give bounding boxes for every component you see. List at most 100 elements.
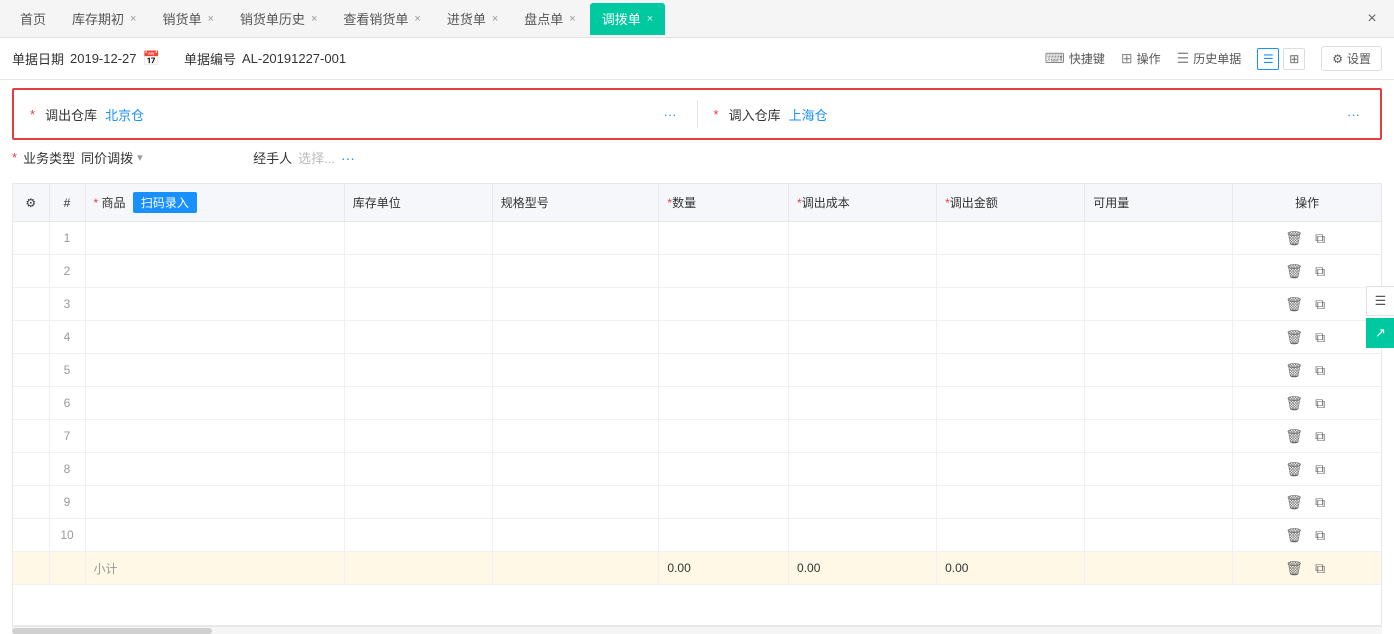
in-warehouse-more-btn[interactable]: ··· — [1343, 107, 1364, 122]
side-export-btn[interactable]: ↗ — [1366, 318, 1394, 348]
copy-icon[interactable]: ⧉ — [1311, 460, 1329, 478]
delete-icon[interactable]: 🗑 — [1285, 328, 1303, 346]
th-op: 操作 — [1233, 184, 1381, 222]
td-op: 🗑 ⧉ — [1233, 486, 1381, 519]
tab-view-sales[interactable]: 查看销货单 × — [331, 3, 432, 35]
tab-home[interactable]: 首页 — [8, 3, 58, 35]
tab-sales-history-close[interactable]: × — [311, 13, 317, 25]
td-gear — [13, 255, 49, 288]
td-cost — [789, 321, 937, 354]
copy-icon[interactable]: ⧉ — [1311, 427, 1329, 445]
delete-icon[interactable]: 🗑 — [1285, 394, 1303, 412]
copy-icon[interactable]: ⧉ — [1311, 493, 1329, 511]
th-spec: 规格型号 — [492, 184, 659, 222]
td-row-num: 3 — [49, 288, 85, 321]
delete-icon[interactable]: 🗑 — [1285, 361, 1303, 379]
tab-purchase-close[interactable]: × — [492, 13, 498, 25]
td-spec — [492, 222, 659, 255]
doc-no-label: 单据编号 — [184, 49, 236, 68]
td-product[interactable] — [85, 420, 344, 453]
tab-transfer-close[interactable]: × — [647, 13, 653, 25]
scrollbar-area[interactable] — [12, 626, 1382, 634]
transfer-table: ⚙ # * 商品 扫码录入 库存单位 规格型号 *数量 *调出成本 — [13, 184, 1381, 585]
copy-icon[interactable]: ⧉ — [1311, 526, 1329, 544]
handler-item: 经手人 选择... ··· — [253, 148, 355, 167]
delete-icon[interactable]: 🗑 — [1285, 295, 1303, 313]
operation-action[interactable]: ⊞ 操作 — [1121, 50, 1161, 67]
td-row-num: 5 — [49, 354, 85, 387]
copy-icon[interactable]: ⧉ — [1311, 559, 1329, 577]
td-qty — [659, 453, 789, 486]
tab-view-sales-close[interactable]: × — [414, 13, 420, 25]
settings-button[interactable]: ⚙ 设置 — [1321, 46, 1382, 71]
history-action[interactable]: ☰ 历史单据 — [1177, 50, 1242, 67]
copy-icon[interactable]: ⧉ — [1311, 229, 1329, 247]
td-cost — [789, 486, 937, 519]
out-warehouse-value[interactable]: 北京仓 — [105, 105, 144, 124]
th-product: * 商品 扫码录入 — [85, 184, 344, 222]
handler-placeholder[interactable]: 选择... — [298, 148, 335, 167]
td-product[interactable] — [85, 387, 344, 420]
td-row-num: 10 — [49, 519, 85, 552]
td-row-num: 7 — [49, 420, 85, 453]
shortcut-action[interactable]: ⌨ 快捷键 — [1045, 50, 1105, 67]
td-product[interactable] — [85, 255, 344, 288]
td-product[interactable] — [85, 486, 344, 519]
td-product[interactable] — [85, 519, 344, 552]
biz-type-select[interactable]: 同价调拨 ▾ — [81, 148, 221, 167]
tab-sales-order-close[interactable]: × — [207, 13, 213, 25]
table-row: 1 🗑 ⧉ — [13, 222, 1381, 255]
delete-icon[interactable]: 🗑 — [1285, 262, 1303, 280]
layout-list-btn[interactable]: ☰ — [1257, 48, 1279, 70]
td-amount — [937, 288, 1085, 321]
td-spec — [492, 354, 659, 387]
delete-icon[interactable]: 🗑 — [1285, 229, 1303, 247]
window-close-button[interactable]: × — [1358, 5, 1386, 33]
tab-sales-order[interactable]: 销货单 × — [150, 3, 225, 35]
td-product[interactable] — [85, 321, 344, 354]
tab-purchase[interactable]: 进货单 × — [435, 3, 510, 35]
th-gear[interactable]: ⚙ — [13, 184, 49, 222]
td-spec — [492, 420, 659, 453]
td-cost — [789, 222, 937, 255]
tab-sales-history[interactable]: 销货单历史 × — [228, 3, 329, 35]
td-product[interactable] — [85, 354, 344, 387]
table-row: 6 🗑 ⧉ — [13, 387, 1381, 420]
date-value: 2019-12-27 — [70, 51, 137, 66]
td-op: 🗑 ⧉ — [1233, 519, 1381, 552]
td-amount — [937, 420, 1085, 453]
out-warehouse-more-btn[interactable]: ··· — [660, 107, 681, 122]
scan-button[interactable]: 扫码录入 — [133, 192, 197, 213]
td-avail — [1085, 519, 1233, 552]
side-list-btn[interactable]: ☰ — [1366, 286, 1394, 316]
td-product[interactable] — [85, 288, 344, 321]
copy-icon[interactable]: ⧉ — [1311, 361, 1329, 379]
delete-icon[interactable]: 🗑 — [1285, 526, 1303, 544]
delete-icon[interactable]: 🗑 — [1285, 460, 1303, 478]
td-product[interactable] — [85, 222, 344, 255]
calendar-icon[interactable]: 📅 — [143, 50, 160, 67]
copy-icon[interactable]: ⧉ — [1311, 394, 1329, 412]
tab-transfer[interactable]: 调拨单 × — [590, 3, 665, 35]
tab-inventory[interactable]: 盘点单 × — [512, 3, 587, 35]
delete-icon[interactable]: 🗑 — [1285, 493, 1303, 511]
copy-icon[interactable]: ⧉ — [1311, 295, 1329, 313]
th-product-label: 商品 — [102, 196, 126, 210]
in-warehouse-value[interactable]: 上海仓 — [789, 105, 828, 124]
td-op: 🗑 ⧉ — [1233, 288, 1381, 321]
tab-stock-init-close[interactable]: × — [130, 13, 136, 25]
delete-icon[interactable]: 🗑 — [1285, 559, 1303, 577]
delete-icon[interactable]: 🗑 — [1285, 427, 1303, 445]
td-gear — [13, 354, 49, 387]
td-product[interactable] — [85, 453, 344, 486]
tab-stock-init[interactable]: 库存期初 × — [60, 3, 148, 35]
td-amount — [937, 453, 1085, 486]
td-avail — [1085, 453, 1233, 486]
handler-more-btn[interactable]: ··· — [341, 150, 355, 166]
td-avail — [1085, 321, 1233, 354]
tab-inventory-close[interactable]: × — [569, 13, 575, 25]
tab-sales-history-label: 销货单历史 — [240, 9, 305, 28]
layout-grid-btn[interactable]: ⊞ — [1283, 48, 1305, 70]
copy-icon[interactable]: ⧉ — [1311, 262, 1329, 280]
copy-icon[interactable]: ⧉ — [1311, 328, 1329, 346]
